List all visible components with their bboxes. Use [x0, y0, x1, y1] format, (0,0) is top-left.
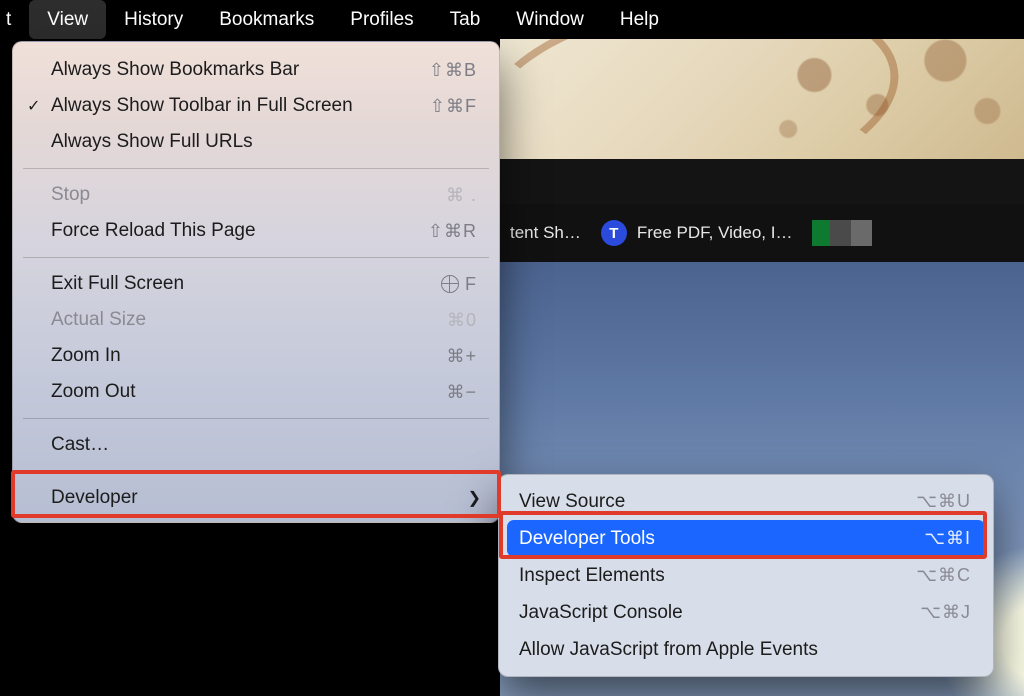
menu-item-label: Cast… — [51, 434, 477, 456]
menubar-label: Help — [620, 9, 659, 31]
menu-item-label: Developer Tools — [519, 528, 924, 550]
menubar-label: Tab — [450, 9, 481, 31]
menu-item-shortcut: ⌥⌘I — [924, 528, 971, 549]
menu-item-label: Always Show Bookmarks Bar — [51, 59, 429, 81]
submenu-item-allow-js-apple-events[interactable]: Allow JavaScript from Apple Events — [499, 631, 993, 668]
menu-item-label: Force Reload This Page — [51, 220, 428, 242]
menu-item-shortcut: ⌥⌘J — [920, 602, 971, 623]
menubar-item-view[interactable]: View — [29, 0, 106, 39]
menu-item-shortcut: ⇧⌘B — [429, 60, 477, 81]
menu-item-always-show-toolbar-full-screen[interactable]: ✓ Always Show Toolbar in Full Screen ⇧⌘F — [13, 88, 499, 124]
menu-item-cast[interactable]: Cast… — [13, 427, 499, 463]
menubar-item-truncated[interactable]: t — [0, 0, 29, 39]
menu-item-label: Allow JavaScript from Apple Events — [519, 639, 971, 661]
bookmark-bar: tent Sh… T Free PDF, Video, I… — [500, 204, 1024, 262]
background-photo — [500, 39, 1024, 159]
bookmark-label: tent Sh… — [510, 223, 581, 243]
submenu-item-view-source[interactable]: View Source ⌥⌘U — [499, 483, 993, 520]
menu-item-label: JavaScript Console — [519, 602, 920, 624]
menu-separator — [23, 168, 489, 169]
menu-item-shortcut: F — [441, 274, 477, 295]
menu-separator — [23, 471, 489, 472]
menu-separator — [23, 418, 489, 419]
developer-submenu: View Source ⌥⌘U Developer Tools ⌥⌘I Insp… — [498, 474, 994, 677]
menu-item-label: Zoom In — [51, 345, 446, 367]
view-menu-dropdown: Always Show Bookmarks Bar ⇧⌘B ✓ Always S… — [12, 41, 500, 523]
chevron-right-icon: ❯ — [468, 488, 481, 508]
menubar-item-profiles[interactable]: Profiles — [332, 0, 431, 39]
background-strip — [500, 159, 1024, 204]
menu-item-label: Inspect Elements — [519, 565, 916, 587]
submenu-item-javascript-console[interactable]: JavaScript Console ⌥⌘J — [499, 594, 993, 631]
bookmark-favicon-icon: T — [601, 220, 627, 246]
menubar-item-help[interactable]: Help — [602, 0, 677, 39]
menubar-item-tab[interactable]: Tab — [432, 0, 499, 39]
checkmark-icon: ✓ — [27, 96, 40, 116]
menu-item-shortcut: ⌘− — [446, 382, 477, 403]
submenu-item-developer-tools[interactable]: Developer Tools ⌥⌘I — [507, 520, 985, 557]
menu-item-shortcut: ⌥⌘U — [916, 491, 971, 512]
menubar-label: t — [6, 9, 11, 31]
menu-item-shortcut: ⇧⌘F — [430, 96, 477, 117]
menu-item-label: Exit Full Screen — [51, 273, 441, 295]
menu-item-label: Always Show Toolbar in Full Screen — [51, 95, 430, 117]
menu-item-label: Developer — [51, 487, 477, 509]
menu-item-force-reload[interactable]: Force Reload This Page ⇧⌘R — [13, 213, 499, 249]
menu-item-shortcut: ⇧⌘R — [428, 221, 477, 242]
menu-item-shortcut: ⌥⌘C — [916, 565, 971, 586]
bookmark-item[interactable]: tent Sh… — [510, 223, 581, 243]
menu-item-label: Always Show Full URLs — [51, 131, 477, 153]
menubar-label: Profiles — [350, 9, 413, 31]
menu-item-label: Zoom Out — [51, 381, 446, 403]
menu-item-zoom-in[interactable]: Zoom In ⌘+ — [13, 338, 499, 374]
menubar: t View History Bookmarks Profiles Tab Wi… — [0, 0, 1024, 39]
menubar-item-bookmarks[interactable]: Bookmarks — [201, 0, 332, 39]
bookmark-item[interactable] — [812, 220, 872, 246]
bookmark-favicon-icon — [812, 220, 872, 246]
menu-item-always-show-bookmarks-bar[interactable]: Always Show Bookmarks Bar ⇧⌘B — [13, 52, 499, 88]
submenu-item-inspect-elements[interactable]: Inspect Elements ⌥⌘C — [499, 557, 993, 594]
bookmark-item[interactable]: T Free PDF, Video, I… — [601, 220, 793, 246]
menu-item-always-show-full-urls[interactable]: Always Show Full URLs — [13, 124, 499, 160]
menu-item-shortcut: ⌘+ — [446, 346, 477, 367]
bookmark-label: Free PDF, Video, I… — [637, 223, 793, 243]
menu-item-zoom-out[interactable]: Zoom Out ⌘− — [13, 374, 499, 410]
menu-separator — [23, 257, 489, 258]
menu-item-shortcut: ⌘ . — [446, 185, 477, 206]
menu-item-label: Actual Size — [51, 309, 447, 331]
menubar-label: Window — [516, 9, 584, 31]
menubar-label: View — [47, 9, 88, 31]
menu-item-label: Stop — [51, 184, 446, 206]
menu-item-shortcut: ⌘0 — [447, 310, 477, 331]
menubar-label: Bookmarks — [219, 9, 314, 31]
menu-item-exit-full-screen[interactable]: Exit Full Screen F — [13, 266, 499, 302]
menu-item-stop: Stop ⌘ . — [13, 177, 499, 213]
menubar-item-history[interactable]: History — [106, 0, 201, 39]
menubar-label: History — [124, 9, 183, 31]
menu-item-developer[interactable]: Developer ❯ — [13, 480, 499, 516]
menubar-item-window[interactable]: Window — [498, 0, 602, 39]
menu-item-actual-size: Actual Size ⌘0 — [13, 302, 499, 338]
menu-item-label: View Source — [519, 491, 916, 513]
